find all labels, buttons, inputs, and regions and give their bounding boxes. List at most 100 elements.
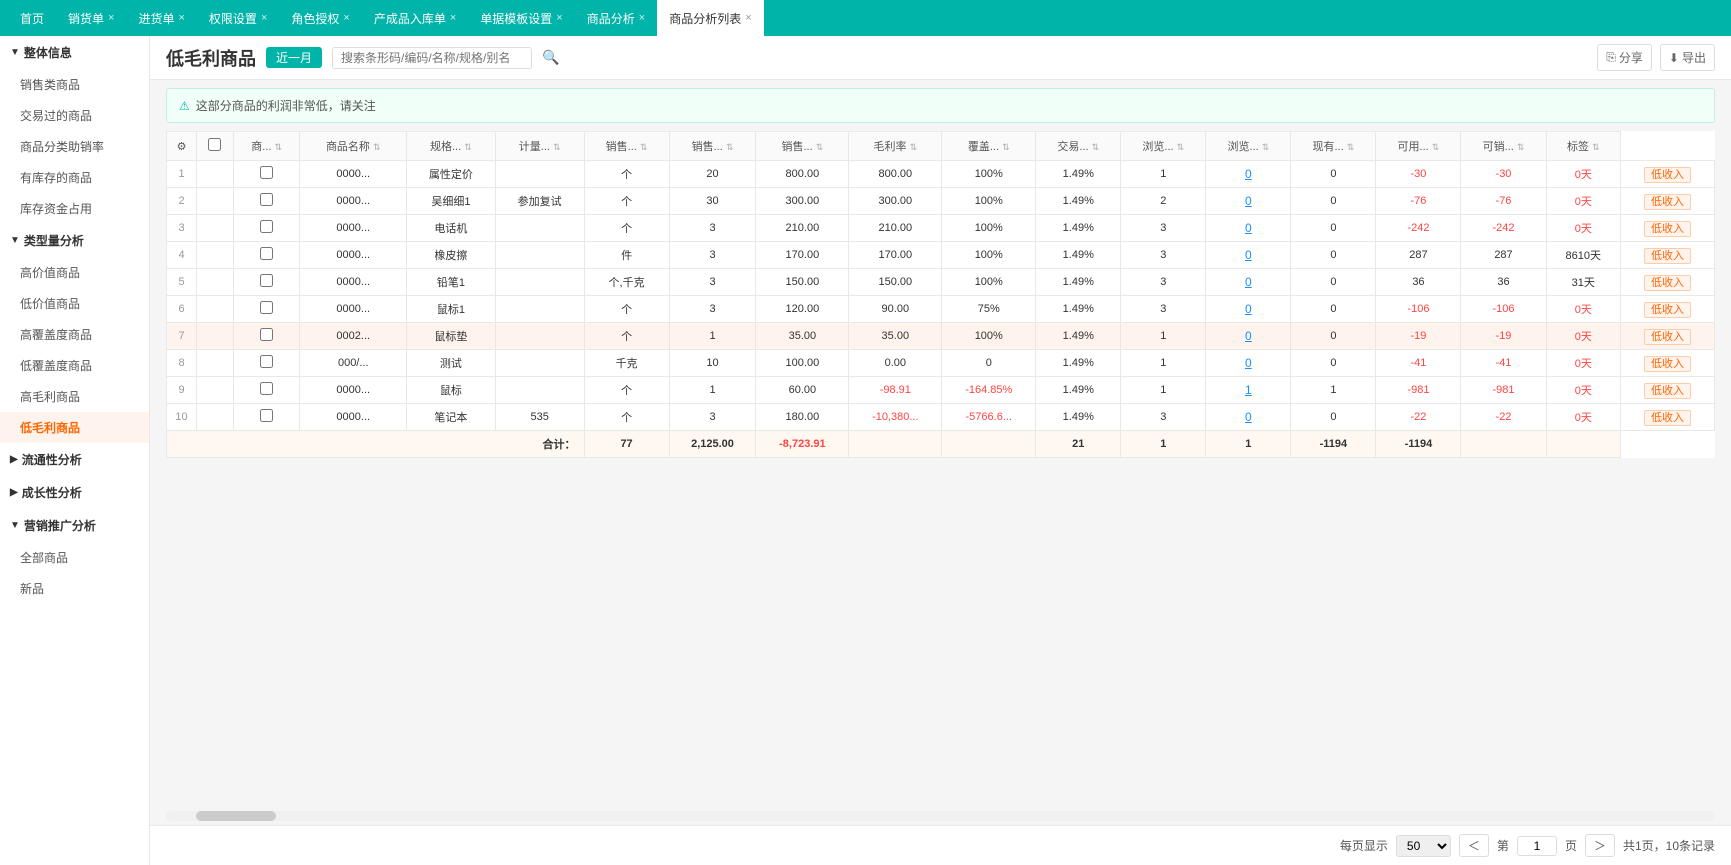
checkbox-cell[interactable] [233,242,300,269]
nav-role-auth[interactable]: 角色授权 × [279,0,361,36]
browse1-cell[interactable]: 1 [1206,377,1291,404]
sidebar-item-high-value[interactable]: 高价值商品 [0,257,149,288]
sidebar-group-title-overall[interactable]: ▼ 整体信息 [0,36,149,69]
nav-template-settings[interactable]: 单据模板设置 × [468,0,574,36]
sidebar-group-title-marketing[interactable]: ▼ 营销推广分析 [0,509,149,542]
nav-sales-order[interactable]: 销货单 × [56,0,126,36]
code-column-header[interactable]: 商... ⇅ [233,132,300,161]
sidebar-item-traded-products[interactable]: 交易过的商品 [0,100,149,131]
total-gross-rate [849,431,942,458]
trade-count-column-header[interactable]: 交易... ⇅ [1036,132,1121,161]
unit-column-header[interactable]: 计量... ⇅ [495,132,584,161]
sidebar-item-low-profit[interactable]: 低毛利商品 [0,412,149,443]
browse1-cell[interactable]: 0 [1206,350,1291,377]
settings-column-header[interactable]: ⚙ [167,132,197,161]
nav-product-analysis[interactable]: 商品分析 × [575,0,657,36]
browse1-column-header[interactable]: 浏览... ⇅ [1121,132,1206,161]
close-icon[interactable]: × [745,12,751,24]
close-icon[interactable]: × [178,12,184,24]
name-column-header[interactable]: 商品名称 ⇅ [300,132,407,161]
coverage-cell: 1.49% [1036,188,1121,215]
table-row: 3 0000... 电话机 个 3 210.00 210.00 100% 1.4… [167,215,1715,242]
checkbox-cell[interactable] [233,404,300,431]
checkbox-cell[interactable] [233,269,300,296]
search-icon[interactable]: 🔍 [542,49,559,66]
sidebar-item-in-stock[interactable]: 有库存的商品 [0,162,149,193]
sidebar-item-new-products[interactable]: 新品 [0,573,149,604]
checkbox-cell[interactable] [233,161,300,188]
row-checkbox[interactable] [260,274,273,287]
browse1-cell[interactable]: 0 [1206,323,1291,350]
row-checkbox[interactable] [260,355,273,368]
select-all-checkbox[interactable] [208,138,221,151]
sidebar-group-title-growth[interactable]: ▶ 成长性分析 [0,476,149,509]
next-page-button[interactable]: ＞ [1585,834,1615,857]
sales-amount-column-header[interactable]: 销售... ⇅ [756,132,849,161]
close-icon[interactable]: × [108,12,114,24]
close-icon[interactable]: × [556,12,562,24]
prev-page-button[interactable]: ＜ [1459,834,1489,857]
per-page-select[interactable]: 50 100 200 [1396,835,1451,857]
nav-product-stock[interactable]: 产成品入库单 × [362,0,468,36]
sales-price-column-header[interactable]: 销售... ⇅ [669,132,756,161]
row-checkbox[interactable] [260,220,273,233]
browse1-cell[interactable]: 0 [1206,269,1291,296]
close-icon[interactable]: × [639,12,645,24]
browse1-cell[interactable]: 0 [1206,188,1291,215]
browse1-cell[interactable]: 0 [1206,296,1291,323]
browse2-column-header[interactable]: 浏览... ⇅ [1206,132,1291,161]
current-stock-column-header[interactable]: 现有... ⇅ [1291,132,1376,161]
nav-home[interactable]: 首页 [8,0,56,36]
page-number-input[interactable] [1517,836,1557,856]
checkbox-cell[interactable] [233,377,300,404]
sidebar-item-category-rate[interactable]: 商品分类助销率 [0,131,149,162]
checkbox-cell[interactable] [233,323,300,350]
row-checkbox[interactable] [260,166,273,179]
row-checkbox[interactable] [260,247,273,260]
current-stock-cell: -981 [1376,377,1461,404]
checkbox-cell[interactable] [233,188,300,215]
sidebar-group-title-flow[interactable]: ▶ 流通性分析 [0,443,149,476]
nav-product-analysis-list[interactable]: 商品分析列表 × [657,0,763,36]
browse1-cell[interactable]: 0 [1206,242,1291,269]
row-checkbox[interactable] [260,409,273,422]
checkbox-column-header[interactable] [197,132,234,161]
row-checkbox[interactable] [260,193,273,206]
sidebar-item-sales-products[interactable]: 销售类商品 [0,69,149,100]
close-icon[interactable]: × [450,12,456,24]
browse1-cell[interactable]: 0 [1206,161,1291,188]
sidebar-item-high-profit[interactable]: 高毛利商品 [0,381,149,412]
checkbox-cell[interactable] [233,296,300,323]
sales-qty-column-header[interactable]: 销售... ⇅ [584,132,669,161]
checkbox-cell[interactable] [233,350,300,377]
browse1-cell[interactable]: 0 [1206,215,1291,242]
spec-column-header[interactable]: 规格... ⇅ [407,132,496,161]
sidebar-group-title-type[interactable]: ▼ 类型量分析 [0,224,149,257]
sidebar-item-capital[interactable]: 库存资金占用 [0,193,149,224]
row-checkbox[interactable] [260,328,273,341]
tag-column-header[interactable]: 标签 ⇅ [1546,132,1621,161]
close-icon[interactable]: × [343,12,349,24]
sidebar-item-all-products[interactable]: 全部商品 [0,542,149,573]
saleable-days-column-header[interactable]: 可销... ⇅ [1461,132,1546,161]
available-stock-column-header[interactable]: 可用... ⇅ [1376,132,1461,161]
search-input[interactable] [332,47,532,69]
row-checkbox[interactable] [260,382,273,395]
export-button[interactable]: ⬇ 导出 [1660,44,1715,71]
browse1-cell[interactable]: 0 [1206,404,1291,431]
share-button[interactable]: ⎘ 分享 [1597,44,1652,71]
sidebar-item-high-coverage[interactable]: 高覆盖度商品 [0,319,149,350]
nav-permission[interactable]: 权限设置 × [197,0,279,36]
row-checkbox[interactable] [260,301,273,314]
checkbox-cell[interactable] [233,215,300,242]
current-stock-cell: -41 [1376,350,1461,377]
time-tag-button[interactable]: 近一月 [266,47,322,68]
sidebar-item-low-value[interactable]: 低价值商品 [0,288,149,319]
coverage-column-header[interactable]: 覆盖... ⇅ [942,132,1036,161]
sidebar-item-low-coverage[interactable]: 低覆盖度商品 [0,350,149,381]
close-icon[interactable]: × [261,12,267,24]
gross-rate-column-header[interactable]: 毛利率 ⇅ [849,132,942,161]
data-table-container[interactable]: ⚙ 商... ⇅ 商品名称 ⇅ 规格... ⇅ 计量... ⇅ 销售... ⇅ … [166,131,1715,807]
total-browse1: 1 [1121,431,1206,458]
nav-purchase-order[interactable]: 进货单 × [126,0,196,36]
